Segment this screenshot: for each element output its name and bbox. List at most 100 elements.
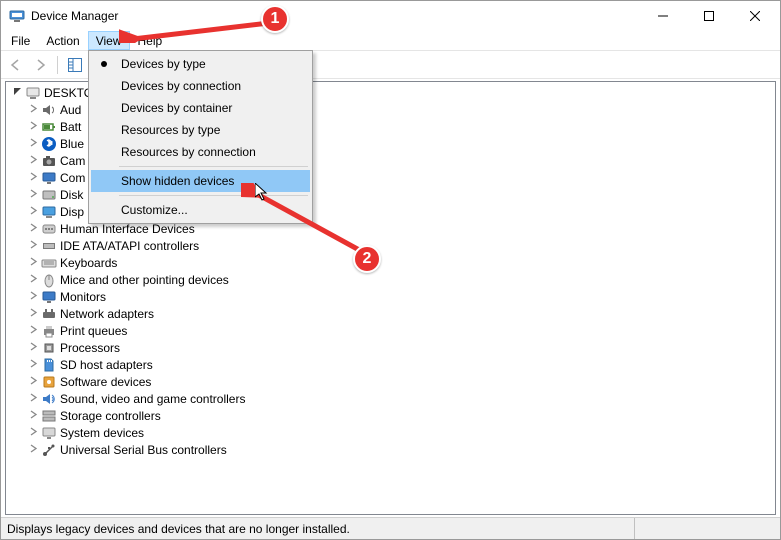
menu-view[interactable]: View <box>88 31 130 50</box>
expand-icon[interactable] <box>26 410 40 422</box>
tree-item[interactable]: SD host adapters <box>6 356 775 373</box>
maximize-button[interactable] <box>686 1 732 31</box>
tree-item-label: Sound, video and game controllers <box>60 392 245 406</box>
tree-item-label: Blue <box>60 137 84 151</box>
menu-bar: File Action View Help <box>1 31 780 51</box>
monitor-icon <box>41 289 57 305</box>
menuitem-devices-by-type[interactable]: Devices by type <box>91 53 310 75</box>
tree-item-label: Print queues <box>60 324 127 338</box>
expand-icon[interactable] <box>26 274 40 286</box>
computer-icon <box>25 85 41 101</box>
tree-root-label: DESKTO <box>44 86 93 100</box>
expand-icon[interactable] <box>26 240 40 252</box>
expand-icon[interactable] <box>26 427 40 439</box>
expand-icon[interactable] <box>26 138 40 150</box>
display-icon <box>41 204 57 220</box>
tree-item-label: SD host adapters <box>60 358 153 372</box>
tree-item-label: Monitors <box>60 290 106 304</box>
tree-item[interactable]: Software devices <box>6 373 775 390</box>
expand-icon[interactable] <box>26 325 40 337</box>
tree-item-label: Disp <box>60 205 84 219</box>
expand-icon[interactable] <box>26 206 40 218</box>
monitor-icon <box>41 170 57 186</box>
title-bar: Device Manager <box>1 1 780 31</box>
menuitem-show-hidden-devices[interactable]: Show hidden devices <box>91 170 310 192</box>
tree-item[interactable]: Universal Serial Bus controllers <box>6 441 775 458</box>
tree-item-label: Universal Serial Bus controllers <box>60 443 227 457</box>
expand-icon[interactable] <box>26 189 40 201</box>
collapse-icon[interactable] <box>10 87 24 99</box>
tree-item[interactable]: Network adapters <box>6 305 775 322</box>
menuitem-label: Resources by connection <box>121 145 256 159</box>
sound-icon <box>41 391 57 407</box>
menuitem-label: Show hidden devices <box>121 174 234 188</box>
status-segment <box>634 518 774 539</box>
tree-item-label: Network adapters <box>60 307 154 321</box>
usb-icon <box>41 442 57 458</box>
tree-item[interactable]: Keyboards <box>6 254 775 271</box>
expand-icon[interactable] <box>26 104 40 116</box>
tree-item-label: Software devices <box>60 375 151 389</box>
keyboard-icon <box>41 255 57 271</box>
back-button[interactable] <box>5 54 27 76</box>
camera-icon <box>41 153 57 169</box>
show-hide-tree-button[interactable] <box>64 54 86 76</box>
menuitem-customize[interactable]: Customize... <box>91 199 310 221</box>
tree-item-label: System devices <box>60 426 144 440</box>
tree-item-label: Aud <box>60 103 81 117</box>
expand-icon[interactable] <box>26 155 40 167</box>
tree-item-label: Com <box>60 171 85 185</box>
menu-file[interactable]: File <box>3 31 38 50</box>
minimize-button[interactable] <box>640 1 686 31</box>
menuitem-label: Devices by container <box>121 101 232 115</box>
annotation-callout-1: 1 <box>261 5 289 33</box>
expand-icon[interactable] <box>26 308 40 320</box>
menuitem-devices-by-connection[interactable]: Devices by connection <box>91 75 310 97</box>
menuitem-label: Customize... <box>121 203 188 217</box>
tree-item[interactable]: Storage controllers <box>6 407 775 424</box>
tree-item[interactable]: Sound, video and game controllers <box>6 390 775 407</box>
status-bar: Displays legacy devices and devices that… <box>1 517 780 539</box>
menuitem-devices-by-container[interactable]: Devices by container <box>91 97 310 119</box>
tree-item[interactable]: Monitors <box>6 288 775 305</box>
expand-icon[interactable] <box>26 359 40 371</box>
bullet-icon <box>101 61 107 67</box>
status-text: Displays legacy devices and devices that… <box>7 522 350 536</box>
expand-icon[interactable] <box>26 393 40 405</box>
storage-icon <box>41 408 57 424</box>
tree-item[interactable]: System devices <box>6 424 775 441</box>
window-controls <box>640 1 778 31</box>
expand-icon[interactable] <box>26 444 40 456</box>
speaker-icon <box>41 102 57 118</box>
expand-icon[interactable] <box>26 121 40 133</box>
expand-icon[interactable] <box>26 257 40 269</box>
menuitem-label: Resources by type <box>121 123 220 137</box>
menuitem-label: Devices by connection <box>121 79 241 93</box>
tree-item-label: Mice and other pointing devices <box>60 273 229 287</box>
tree-item[interactable]: Print queues <box>6 322 775 339</box>
menu-action[interactable]: Action <box>38 31 87 50</box>
menu-help[interactable]: Help <box>130 31 171 50</box>
tree-item-label: Batt <box>60 120 81 134</box>
expand-icon[interactable] <box>26 172 40 184</box>
toolbar-separator <box>57 56 58 74</box>
annotation-callout-2: 2 <box>353 245 381 273</box>
expand-icon[interactable] <box>26 291 40 303</box>
window-title: Device Manager <box>31 9 118 23</box>
mouse-icon <box>41 272 57 288</box>
expand-icon[interactable] <box>26 376 40 388</box>
tree-item[interactable]: IDE ATA/ATAPI controllers <box>6 237 775 254</box>
tree-item[interactable]: Mice and other pointing devices <box>6 271 775 288</box>
callout-number: 1 <box>271 10 280 28</box>
ide-icon <box>41 238 57 254</box>
tree-item-label: Keyboards <box>60 256 117 270</box>
menuitem-resources-by-connection[interactable]: Resources by connection <box>91 141 310 163</box>
bluetooth-icon <box>41 136 57 152</box>
battery-icon <box>41 119 57 135</box>
forward-button[interactable] <box>29 54 51 76</box>
tree-item[interactable]: Processors <box>6 339 775 356</box>
expand-icon[interactable] <box>26 223 40 235</box>
menuitem-resources-by-type[interactable]: Resources by type <box>91 119 310 141</box>
expand-icon[interactable] <box>26 342 40 354</box>
close-button[interactable] <box>732 1 778 31</box>
